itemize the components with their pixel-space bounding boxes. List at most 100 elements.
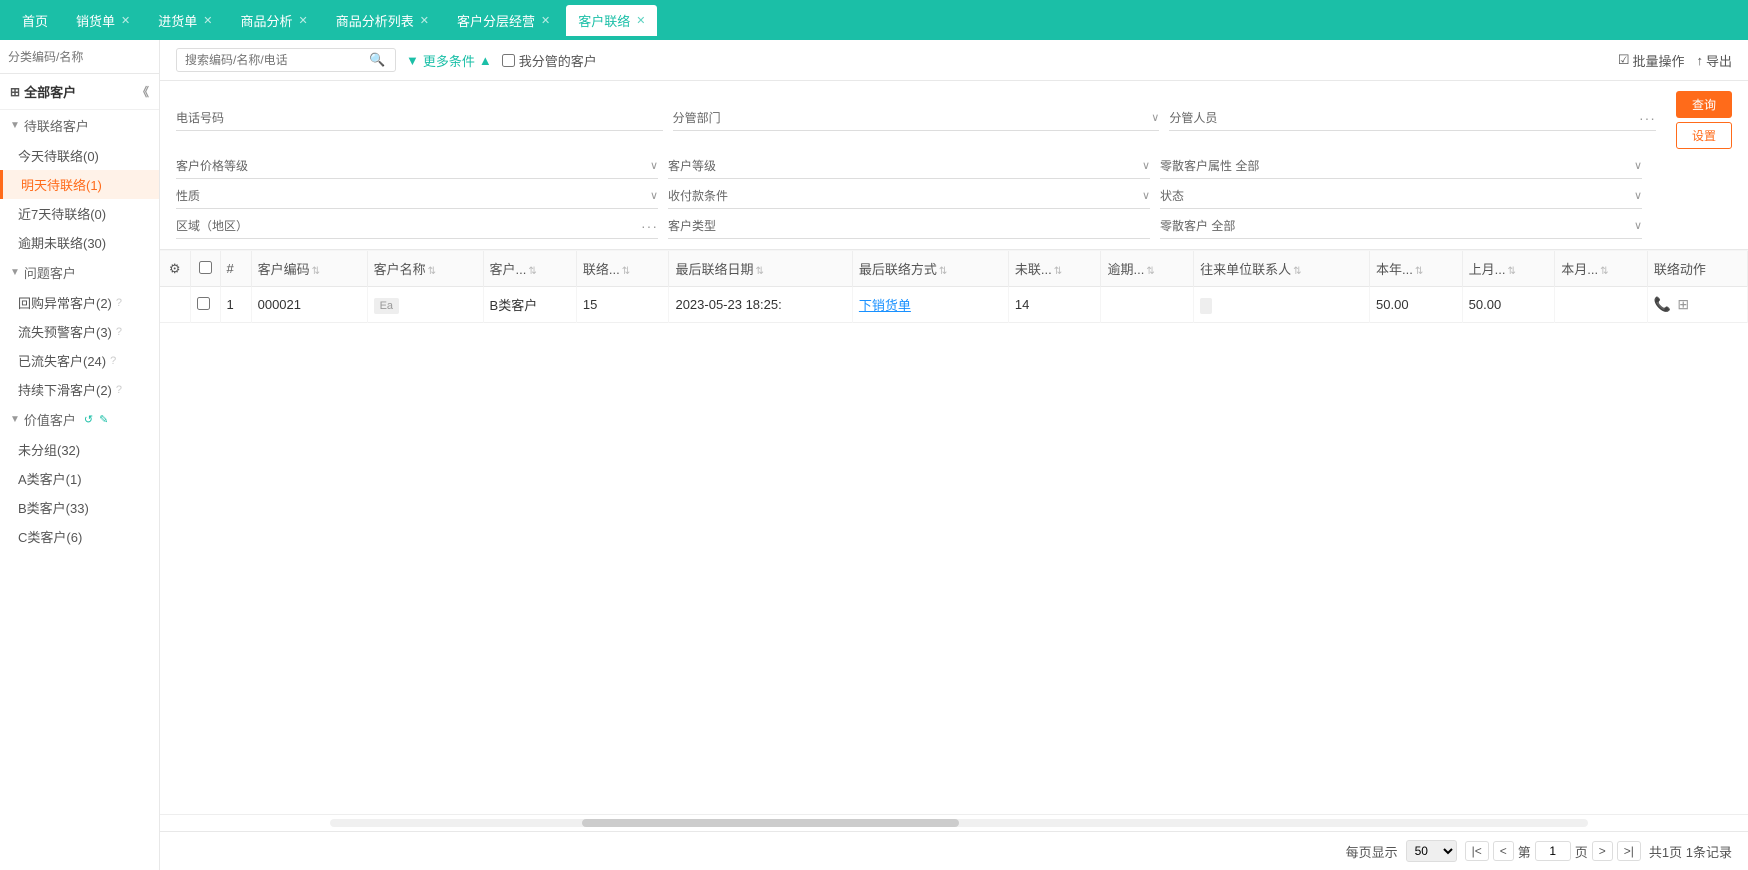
sidebar-item-a-class[interactable]: A类客户(1) <box>0 464 159 493</box>
help-icon[interactable]: ? <box>116 326 122 338</box>
row-select-checkbox[interactable] <box>197 297 210 310</box>
col-last-month[interactable]: 上月...⇅ <box>1462 251 1555 287</box>
region-select[interactable]: ··· <box>256 218 658 234</box>
sidebar-item-tomorrow[interactable]: 明天待联络(1) <box>0 170 159 199</box>
nav-customer-contact[interactable]: 客户联络 ✕ <box>566 5 657 36</box>
sidebar-item-c-class[interactable]: C类客户(6) <box>0 522 159 551</box>
sidebar-all-customers[interactable]: ⊞ 全部客户 《 <box>0 74 159 110</box>
page-last-btn[interactable]: >| <box>1617 841 1641 861</box>
sidebar-item-ungrouped[interactable]: 未分组(32) <box>0 435 159 464</box>
col-this-month[interactable]: 本月...⇅ <box>1555 251 1648 287</box>
nav-analysis[interactable]: 商品分析 ✕ <box>228 5 319 36</box>
filter-payment: 收付款条件 ∨ <box>668 187 1150 209</box>
sidebar-item-lost[interactable]: 已流失客户(24) ? <box>0 346 159 375</box>
sidebar-item-lostwarning[interactable]: 流失预警客户(3) ? <box>0 317 159 346</box>
grid-action-icon[interactable]: ⊞ <box>1677 296 1689 313</box>
nav-customer-tier[interactable]: 客户分层经营 ✕ <box>445 5 562 36</box>
sidebar-item-today[interactable]: 今天待联络(0) <box>0 141 159 170</box>
sidebar-item-overdue[interactable]: 逾期未联络(30) <box>0 228 159 257</box>
sidebar-search-input[interactable] <box>8 50 160 64</box>
sort-icon: ⇅ <box>1600 266 1608 277</box>
filter-dept: 分管部门 ∨ <box>673 109 1160 131</box>
page-first-btn[interactable]: |< <box>1465 841 1489 861</box>
row-num: 1 <box>220 287 251 323</box>
my-customers-filter: 我分管的客户 <box>502 51 597 70</box>
status-select[interactable]: ∨ <box>1238 189 1642 202</box>
page-prev-btn[interactable]: < <box>1493 841 1514 861</box>
sidebar-item-b-class[interactable]: B类客户(33) <box>0 493 159 522</box>
payment-select[interactable]: ∨ <box>746 189 1150 202</box>
col-uncontact[interactable]: 未联...⇅ <box>1008 251 1101 287</box>
filter-row-1: 电话号码 分管部门 ∨ 分管人员 ··· 查询 设置 <box>176 91 1732 149</box>
manager-select[interactable]: ··· <box>1247 110 1656 126</box>
retail-attr-select[interactable]: ∨ <box>1267 159 1642 172</box>
chevron-down-icon: ∨ <box>1151 111 1159 124</box>
sidebar-group-problem[interactable]: ▼ 问题客户 <box>0 257 159 288</box>
col-unit-contact[interactable]: 往来单位联系人⇅ <box>1194 251 1370 287</box>
row-checkbox[interactable] <box>190 287 220 323</box>
page-size-select[interactable]: 50 100 200 <box>1406 840 1457 862</box>
help-icon[interactable]: ? <box>110 355 116 367</box>
edit-icon[interactable]: ✎ <box>99 413 108 426</box>
row-last-method[interactable]: 下销货单 <box>852 287 1008 323</box>
select-all-checkbox[interactable] <box>199 261 212 274</box>
col-code[interactable]: 客户编码⇅ <box>251 251 367 287</box>
horizontal-scrollbar[interactable] <box>160 814 1748 831</box>
row-type: B类客户 <box>483 287 576 323</box>
price-level-select[interactable]: ∨ <box>256 159 658 172</box>
col-type[interactable]: 客户...⇅ <box>483 251 576 287</box>
chevron-down-icon: ∨ <box>650 159 658 172</box>
nav-home[interactable]: 首页 <box>10 5 60 36</box>
help-icon[interactable]: ? <box>116 297 122 309</box>
sidebar-item-declining[interactable]: 持续下滑客户(2) ? <box>0 375 159 404</box>
search-input[interactable] <box>185 53 365 67</box>
sort-icon: ⇅ <box>1293 266 1301 277</box>
sort-icon: ⇅ <box>1508 266 1516 277</box>
sidebar-item-repurchase[interactable]: 回购异常客户(2) ? <box>0 288 159 317</box>
retail-select[interactable]: ∨ <box>1243 219 1642 232</box>
col-this-year[interactable]: 本年...⇅ <box>1370 251 1463 287</box>
close-icon[interactable]: ✕ <box>636 14 645 27</box>
settings-button[interactable]: 设置 <box>1676 122 1732 149</box>
more-conditions-btn[interactable]: ▼ 更多条件 ▲ <box>406 51 492 70</box>
page-next-btn[interactable]: > <box>1592 841 1613 861</box>
nav-purchase[interactable]: 进货单 ✕ <box>146 5 224 36</box>
nature-select[interactable]: ∨ <box>254 189 658 202</box>
col-checkbox[interactable] <box>190 251 220 287</box>
sort-icon: ⇅ <box>428 266 436 277</box>
row-code: 000021 <box>251 287 367 323</box>
nav-sales[interactable]: 销货单 ✕ <box>64 5 142 36</box>
refresh-icon[interactable]: ↺ <box>84 413 93 426</box>
phone-action-icon[interactable]: 📞 <box>1654 296 1671 313</box>
close-icon[interactable]: ✕ <box>121 14 130 27</box>
sort-icon: ⇅ <box>1054 266 1062 277</box>
sidebar-group-pending[interactable]: ▼ 待联络客户 <box>0 110 159 141</box>
col-last-method[interactable]: 最后联络方式⇅ <box>852 251 1008 287</box>
query-button[interactable]: 查询 <box>1676 91 1732 118</box>
col-name[interactable]: 客户名称⇅ <box>367 251 483 287</box>
customer-level-select[interactable]: ∨ <box>746 159 1150 172</box>
sidebar-item-7days[interactable]: 近7天待联络(0) <box>0 199 159 228</box>
close-icon[interactable]: ✕ <box>299 14 308 27</box>
col-settings[interactable]: ⚙ <box>160 251 190 287</box>
search-input-wrap[interactable]: 🔍 <box>176 48 396 72</box>
col-last-date[interactable]: 最后联络日期⇅ <box>669 251 852 287</box>
help-icon[interactable]: ? <box>116 384 122 396</box>
search-icon[interactable]: 🔍 <box>369 52 385 68</box>
nav-analysis-list[interactable]: 商品分析列表 ✕ <box>324 5 441 36</box>
close-icon[interactable]: ✕ <box>420 14 429 27</box>
close-icon[interactable]: ✕ <box>203 14 212 27</box>
col-contact[interactable]: 联络...⇅ <box>576 251 669 287</box>
my-customers-checkbox[interactable] <box>502 54 515 67</box>
dept-select[interactable]: ∨ <box>751 111 1160 124</box>
col-overdue[interactable]: 逾期...⇅ <box>1101 251 1194 287</box>
collapse-icon[interactable]: 《 <box>137 83 149 100</box>
export-btn[interactable]: ↑ 导出 <box>1696 51 1732 70</box>
sidebar-group-value[interactable]: ▼ 价值客户 ↺ ✎ <box>0 404 159 435</box>
batch-op-btn[interactable]: ☑ 批量操作 <box>1618 51 1685 70</box>
page-input[interactable] <box>1535 841 1571 861</box>
page-nav: |< < 第 页 > >| <box>1465 841 1641 861</box>
scrollbar-thumb[interactable] <box>582 819 959 827</box>
close-icon[interactable]: ✕ <box>541 14 550 27</box>
arrow-icon: ▼ <box>10 414 20 425</box>
